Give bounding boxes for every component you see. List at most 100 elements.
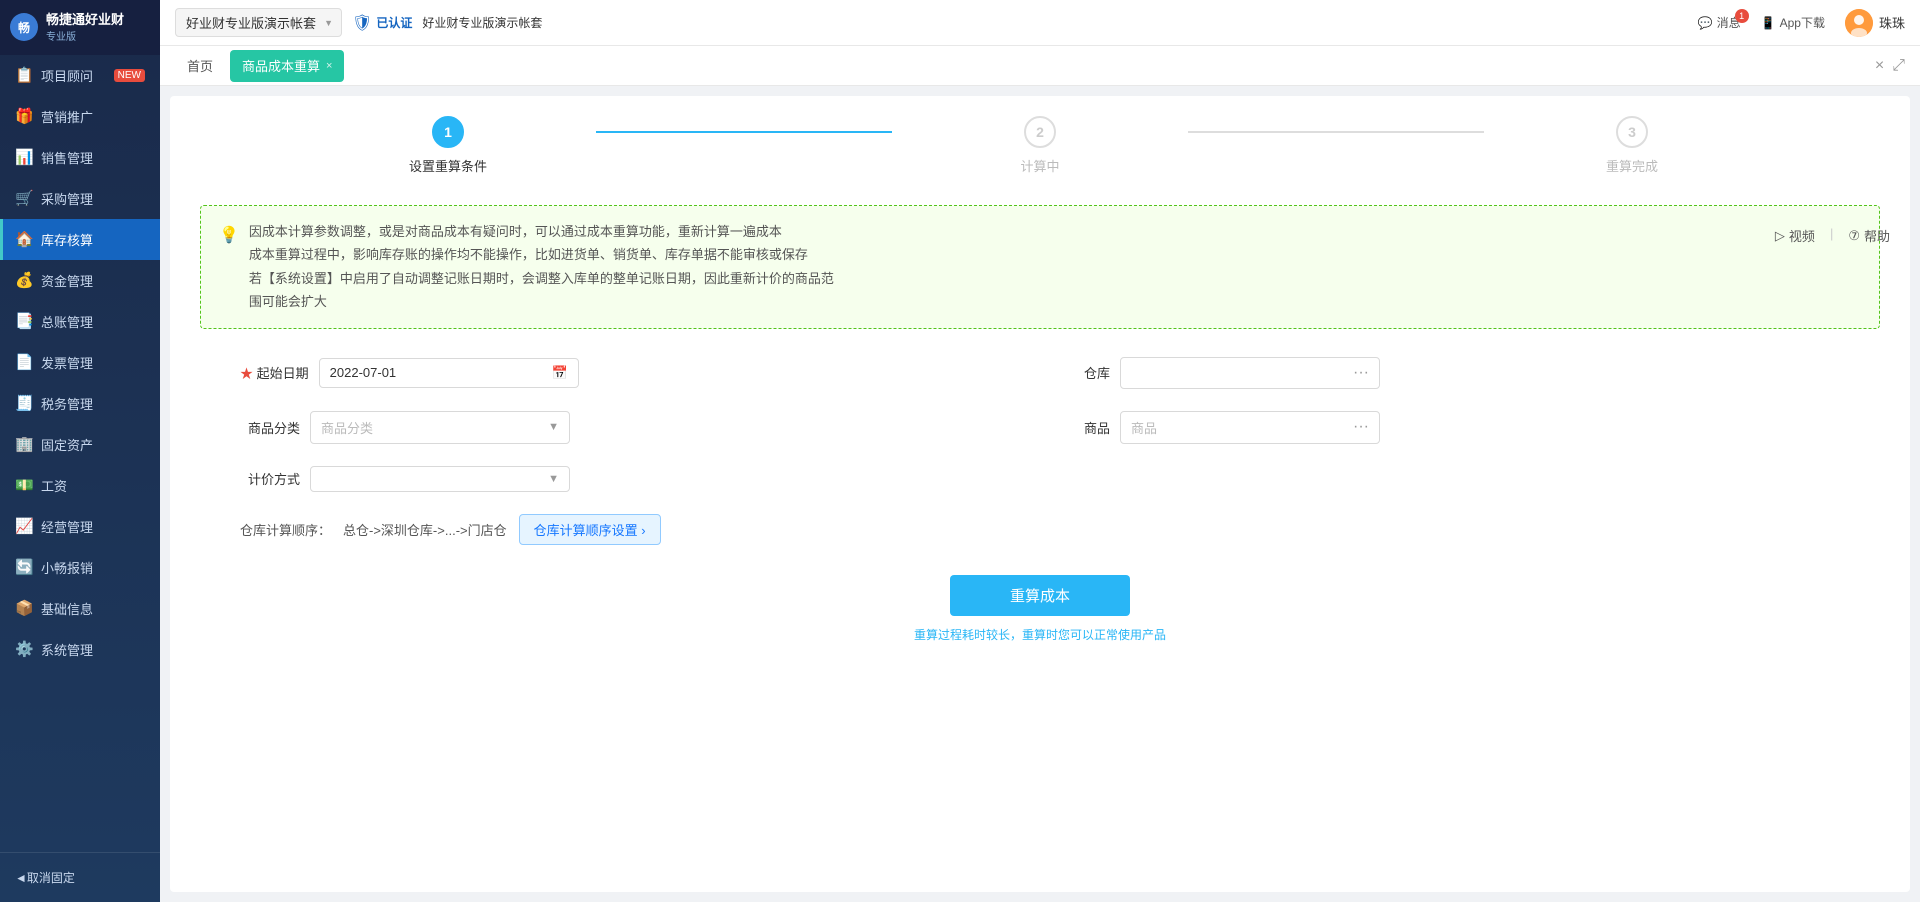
message-icon: 💬 (1698, 16, 1713, 30)
tip-box: 💡 因成本计算参数调整，或是对商品成本有疑问时，可以通过成本重算功能，重新计算一… (200, 205, 1880, 329)
sidebar-item-sales[interactable]: 📊 销售管理 (0, 137, 160, 178)
sidebar-item-label: 项目顾问 (41, 66, 93, 85)
form-row-3: 计价方式 ▼ (240, 466, 1840, 492)
step-1-circle: 1 (432, 116, 464, 148)
top-header: 好业财专业版演示帐套 🛡 已认证 好业财专业版演示帐套 💬 消息 1 📱 App… (160, 0, 1920, 46)
form-area: ★ 起始日期 2022-07-01 📅 仓库 ··· (200, 357, 1880, 545)
window-controls: × ⤢ (1875, 57, 1905, 75)
product-label: 商品 (1050, 418, 1110, 437)
form-group-category: 商品分类 商品分类 ▼ (240, 411, 1030, 444)
sidebar-item-label: 工资 (41, 476, 67, 495)
warehouse-order-value: 总仓->深圳仓库->...->门店仓 (343, 520, 507, 539)
step-line-1-2 (596, 131, 892, 133)
account-dropdown[interactable]: 好业财专业版演示帐套 (175, 8, 342, 37)
form-row-1: ★ 起始日期 2022-07-01 📅 仓库 ··· (240, 357, 1840, 389)
sidebar-item-purchase[interactable]: 🛒 采购管理 (0, 178, 160, 219)
main-area: 好业财专业版演示帐套 🛡 已认证 好业财专业版演示帐套 💬 消息 1 📱 App… (160, 0, 1920, 902)
invoice-icon: 📄 (15, 353, 33, 371)
sidebar-item-inventory[interactable]: 🏠 库存核算 (0, 219, 160, 260)
message-button[interactable]: 💬 消息 1 (1698, 14, 1741, 31)
sidebar-item-label: 系统管理 (41, 640, 93, 659)
verified-label: 已认证 (376, 14, 412, 31)
purchase-icon: 🛒 (15, 189, 33, 207)
step-2-circle: 2 (1024, 116, 1056, 148)
sidebar-item-finance[interactable]: 💰 资金管理 (0, 260, 160, 301)
sidebar-item-salary[interactable]: 💵 工资 (0, 465, 160, 506)
tab-close-icon[interactable]: × (326, 60, 332, 72)
warehouse-order-row: 仓库计算顺序： 总仓->深圳仓库->...->门店仓 仓库计算顺序设置 › (240, 514, 1840, 545)
sidebar-item-invoice[interactable]: 📄 发票管理 (0, 342, 160, 383)
product-input[interactable]: 商品 ··· (1120, 411, 1380, 444)
step-2-label: 计算中 (1020, 156, 1059, 175)
sidebar-item-label: 营销推广 (41, 107, 93, 126)
verified-badge-area: 🛡 已认证 好业财专业版演示帐套 (352, 13, 542, 33)
assets-icon: 🏢 (15, 435, 33, 453)
sidebar-logo: 畅 畅捷通好业财 专业版 (0, 0, 160, 55)
sidebar-item-basic[interactable]: 📦 基础信息 (0, 588, 160, 629)
warehouse-dots-icon: ··· (1353, 364, 1369, 382)
step-2: 2 计算中 (892, 116, 1188, 175)
finance-icon: 💰 (15, 271, 33, 289)
step-1-label: 设置重算条件 (409, 156, 487, 175)
help-link[interactable]: ⑦ 帮助 (1848, 226, 1890, 245)
step-1: 1 设置重算条件 (300, 116, 596, 175)
close-window-button[interactable]: × (1875, 57, 1884, 75)
tab-cost-recalc[interactable]: 商品成本重算 × (230, 50, 344, 82)
sidebar-item-system[interactable]: ⚙️ 系统管理 (0, 629, 160, 670)
sidebar-item-project[interactable]: 📋 项目顾问 NEW (0, 55, 160, 96)
pricing-select[interactable]: ▼ (310, 466, 570, 492)
sales-icon: 📊 (15, 148, 33, 166)
category-select[interactable]: 商品分类 ▼ (310, 411, 570, 444)
sidebar-item-label: 发票管理 (41, 353, 93, 372)
sidebar-item-operations[interactable]: 📈 经营管理 (0, 506, 160, 547)
form-group-warehouse: 仓库 ··· (1050, 357, 1840, 389)
recalc-section: 重算成本 重算过程耗时较长，重算时您可以正常使用产品 (200, 575, 1880, 643)
sidebar-item-label: 库存核算 (41, 230, 93, 249)
expand-window-button[interactable]: ⤢ (1892, 57, 1905, 75)
pricing-arrow-icon: ▼ (548, 473, 559, 485)
sidebar-item-label: 资金管理 (41, 271, 93, 290)
sidebar-item-accounting[interactable]: 📑 总账管理 (0, 301, 160, 342)
system-icon: ⚙️ (15, 640, 33, 658)
sidebar-item-label: 采购管理 (41, 189, 93, 208)
calendar-icon: 📅 (551, 365, 567, 381)
operations-icon: 📈 (15, 517, 33, 535)
sidebar-item-assets[interactable]: 🏢 固定资产 (0, 424, 160, 465)
step-3: 3 重算完成 (1484, 116, 1780, 175)
sidebar-item-label: 总账管理 (41, 312, 93, 331)
category-arrow-icon: ▼ (548, 421, 559, 433)
salary-icon: 💵 (15, 476, 33, 494)
form-group-pricing: 计价方式 ▼ (240, 466, 1030, 492)
question-icon: ⑦ (1848, 228, 1860, 244)
sidebar-item-marketing[interactable]: 🎁 营销推广 (0, 96, 160, 137)
pricing-label: 计价方式 (240, 469, 300, 488)
cancel-fixed-button[interactable]: ◄取消固定 (0, 861, 160, 894)
basic-icon: 📦 (15, 599, 33, 617)
app-download-button[interactable]: 📱 App下载 (1761, 14, 1825, 31)
video-link[interactable]: ▷ 视频 (1775, 226, 1815, 245)
sidebar-item-label: 固定资产 (41, 435, 93, 454)
tab-home[interactable]: 首页 (175, 50, 225, 82)
form-row-2: 商品分类 商品分类 ▼ 商品 商品 ··· (240, 411, 1840, 444)
form-group-product: 商品 商品 ··· (1050, 411, 1840, 444)
account-selector-area[interactable]: 好业财专业版演示帐套 (175, 8, 342, 37)
sidebar-item-label: 经营管理 (41, 517, 93, 536)
project-badge: NEW (114, 69, 145, 82)
header-right-area: 💬 消息 1 📱 App下载 珠珠 (1698, 9, 1905, 37)
warehouse-label: 仓库 (1050, 363, 1110, 382)
project-icon: 📋 (15, 66, 33, 84)
sidebar-item-label: 销售管理 (41, 148, 93, 167)
warehouse-order-settings-button[interactable]: 仓库计算顺序设置 › (519, 514, 661, 545)
verified-detail: 好业财专业版演示帐套 (422, 14, 542, 31)
sidebar-item-tax[interactable]: 🧾 税务管理 (0, 383, 160, 424)
recalc-button[interactable]: 重算成本 (950, 575, 1130, 616)
form-group-date: ★ 起始日期 2022-07-01 📅 (240, 358, 1030, 388)
step-3-label: 重算完成 (1606, 156, 1658, 175)
tip-icon: 💡 (219, 222, 239, 314)
warehouse-input[interactable]: ··· (1120, 357, 1380, 389)
start-date-input[interactable]: 2022-07-01 📅 (319, 358, 579, 388)
sidebar-item-expense[interactable]: 🔄 小畅报销 (0, 547, 160, 588)
tax-icon: 🧾 (15, 394, 33, 412)
step-3-circle: 3 (1616, 116, 1648, 148)
user-profile-button[interactable]: 珠珠 (1845, 9, 1905, 37)
